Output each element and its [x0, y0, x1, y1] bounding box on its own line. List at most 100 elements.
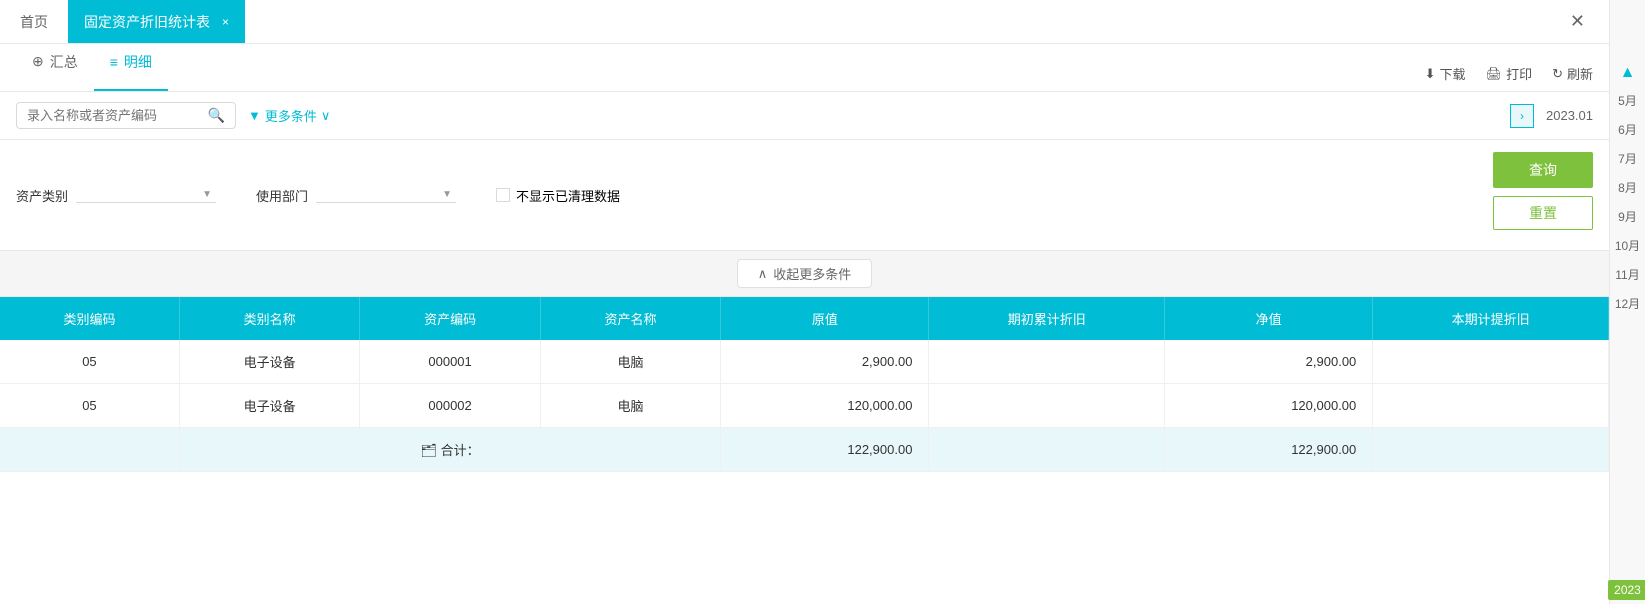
table-body: 05 电子设备 000001 电脑 2,900.00 2,900.00 05 电…: [0, 340, 1609, 472]
sidebar-month-11[interactable]: 11月: [1610, 260, 1645, 289]
print-btn[interactable]: 🖨 打印: [1486, 64, 1533, 83]
tab-bar: ⊕ 汇总 ≡ 明细 ⬇ 下载 🖨 打印 ↻ 刷新: [0, 44, 1609, 92]
sidebar-nav-up[interactable]: ▲: [1610, 60, 1645, 86]
nav-tab-active[interactable]: 固定资产折旧统计表 ×: [68, 0, 245, 43]
print-label: 打印: [1506, 64, 1532, 83]
more-filter-btn[interactable]: ▼ 更多条件 ∨: [248, 106, 330, 125]
nav-tab-label: 固定资产折旧统计表: [84, 12, 210, 32]
refresh-icon: ↻: [1552, 66, 1563, 82]
filter-icon: ▼: [248, 108, 261, 123]
asset-type-label: 资产类别: [16, 186, 68, 205]
dept-arrow: ▼: [442, 189, 452, 200]
col-header-7: 本期计提折旧: [1373, 297, 1609, 340]
nav-home[interactable]: 首页: [0, 0, 68, 43]
total-original-value: 122,900.00: [721, 428, 929, 472]
tab-detail[interactable]: ≡ 明细: [94, 44, 168, 91]
cell-current-dep-1: [1373, 384, 1609, 428]
dept-select[interactable]: ▼: [316, 187, 456, 203]
tab-summary-label: 汇总: [50, 52, 78, 72]
summary-icon: ⊕: [32, 53, 44, 70]
print-icon: 🖨: [1486, 66, 1503, 82]
filter-actions: 查询 重置: [1493, 152, 1593, 238]
sidebar-year-badge[interactable]: 2023: [1608, 580, 1645, 600]
cell-net-value-0: 2,900.00: [1165, 340, 1373, 384]
expand-btn[interactable]: ›: [1510, 104, 1534, 128]
total-icon-cell: [0, 428, 179, 472]
chevron-down-icon: ∨: [321, 108, 331, 124]
data-table: 类别编码 类别名称 资产编码 资产名称 原值 期初累计折旧 净值 本期计提折旧 …: [0, 297, 1609, 472]
cell-category-name-1: 电子设备: [179, 384, 359, 428]
nav-tab-close[interactable]: ×: [222, 15, 229, 29]
cell-original-value-1: 120,000.00: [721, 384, 929, 428]
asset-type-arrow: ▼: [202, 189, 212, 200]
search-input[interactable]: [27, 108, 202, 123]
cell-category-name-0: 电子设备: [179, 340, 359, 384]
cell-asset-name-0: 电脑: [540, 340, 720, 384]
dept-label: 使用部门: [256, 186, 308, 205]
filter-dept: 使用部门 ▼: [256, 186, 456, 205]
tab-summary[interactable]: ⊕ 汇总: [16, 44, 94, 91]
download-btn[interactable]: ⬇ 下载: [1425, 64, 1466, 83]
checkbox-box[interactable]: [496, 188, 510, 202]
search-bar: 🔍 ▼ 更多条件 ∨ › 2023.01: [0, 92, 1609, 140]
sidebar-month-9[interactable]: 9月: [1610, 202, 1645, 231]
collapse-label: 收起更多条件: [773, 264, 851, 283]
cell-category-code-0: 05: [0, 340, 179, 384]
cell-category-code-1: 05: [0, 384, 179, 428]
close-window-btn[interactable]: ✕: [1546, 0, 1609, 43]
sidebar-month-7[interactable]: 7月: [1610, 144, 1645, 173]
reset-btn[interactable]: 重置: [1493, 196, 1593, 230]
more-filter-label: 更多条件: [265, 106, 317, 125]
detail-icon: ≡: [110, 54, 118, 70]
total-current-dep: [1373, 428, 1609, 472]
col-header-3: 资产名称: [540, 297, 720, 340]
cell-net-value-1: 120,000.00: [1165, 384, 1373, 428]
search-input-wrap[interactable]: 🔍: [16, 102, 236, 129]
refresh-btn[interactable]: ↻ 刷新: [1552, 64, 1593, 83]
cell-original-value-0: 2,900.00: [721, 340, 929, 384]
cell-asset-name-1: 电脑: [540, 384, 720, 428]
total-net-value: 122,900.00: [1165, 428, 1373, 472]
total-accumulated: [929, 428, 1165, 472]
filter-asset-type: 资产类别 ▼: [16, 186, 216, 205]
sidebar-month-5[interactable]: 5月: [1610, 86, 1645, 115]
sidebar-month-12[interactable]: 12月: [1610, 289, 1645, 318]
collapse-bar: ∧ 收起更多条件: [0, 250, 1609, 297]
table-header: 类别编码 类别名称 资产编码 资产名称 原值 期初累计折旧 净值 本期计提折旧: [0, 297, 1609, 340]
col-header-0: 类别编码: [0, 297, 179, 340]
hide-cleared-checkbox[interactable]: 不显示已清理数据: [496, 186, 620, 205]
toolbar-right: ⬇ 下载 🖨 打印 ↻ 刷新: [1425, 64, 1593, 91]
sidebar-month-10[interactable]: 10月: [1610, 231, 1645, 260]
cell-asset-code-0: 000001: [360, 340, 540, 384]
cell-current-dep-0: [1373, 340, 1609, 384]
right-sidebar: ▲ 5月 6月 7月 8月 9月 10月 11月 12月 2023: [1609, 0, 1645, 604]
download-label: 下载: [1440, 64, 1466, 83]
search-icon: 🔍: [208, 107, 225, 124]
tab-detail-label: 明细: [124, 52, 152, 72]
query-btn[interactable]: 查询: [1493, 152, 1593, 188]
refresh-label: 刷新: [1567, 64, 1593, 83]
col-header-6: 净值: [1165, 297, 1373, 340]
cell-accumulated-0: [929, 340, 1165, 384]
sidebar-month-6[interactable]: 6月: [1610, 115, 1645, 144]
sidebar-month-8[interactable]: 8月: [1610, 173, 1645, 202]
filter-area: 资产类别 ▼ 使用部门 ▼ 不显示已清理数据 查询 重置: [0, 140, 1609, 250]
top-nav: 首页 固定资产折旧统计表 × ✕: [0, 0, 1609, 44]
total-icon: 🗂: [420, 443, 437, 458]
asset-type-select[interactable]: ▼: [76, 187, 216, 203]
total-label-cell: 🗂 合计：: [179, 428, 720, 472]
collapse-icon: ∧: [758, 266, 768, 282]
download-icon: ⬇: [1425, 66, 1436, 82]
col-header-4: 原值: [721, 297, 929, 340]
collapse-btn[interactable]: ∧ 收起更多条件: [737, 259, 873, 288]
cell-asset-code-1: 000002: [360, 384, 540, 428]
table-total-row: 🗂 合计： 122,900.00 122,900.00: [0, 428, 1609, 472]
table-row[interactable]: 05 电子设备 000002 电脑 120,000.00 120,000.00: [0, 384, 1609, 428]
total-label: 合计：: [441, 443, 480, 458]
col-header-5: 期初累计折旧: [929, 297, 1165, 340]
hide-cleared-label: 不显示已清理数据: [516, 186, 620, 205]
col-header-1: 类别名称: [179, 297, 359, 340]
date-display: 2023.01: [1546, 108, 1593, 123]
col-header-2: 资产编码: [360, 297, 540, 340]
table-row[interactable]: 05 电子设备 000001 电脑 2,900.00 2,900.00: [0, 340, 1609, 384]
